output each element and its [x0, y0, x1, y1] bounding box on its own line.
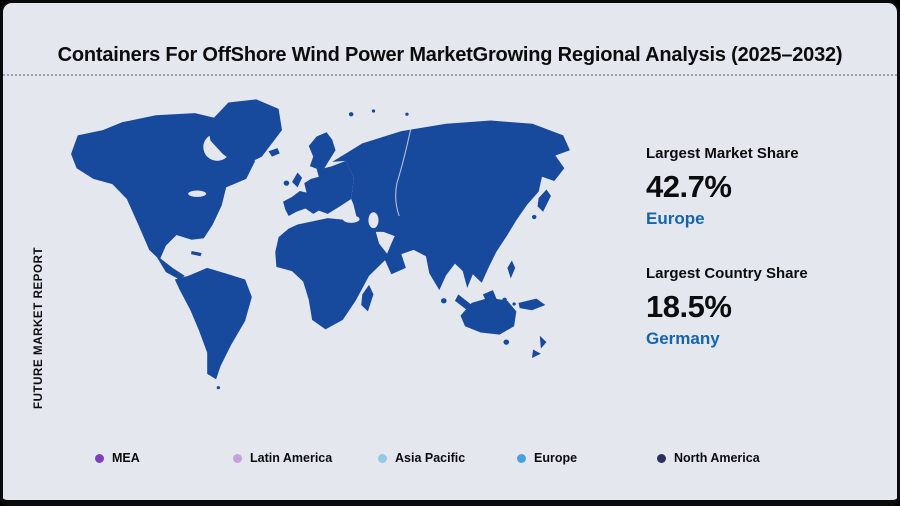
caspian-sea: [368, 212, 379, 229]
legend-label: MEA: [112, 451, 140, 465]
tasmania: [503, 339, 510, 345]
iceland: [268, 148, 280, 157]
philippines: [507, 260, 516, 279]
falkland-islands: [216, 386, 221, 390]
madagascar: [361, 284, 374, 312]
continent-south-america: [174, 267, 252, 380]
new-zealand-north: [539, 335, 547, 349]
legend-label: Europe: [534, 451, 578, 465]
legend-item-asia-pacific: Asia Pacific: [378, 451, 465, 465]
maluku-island: [512, 302, 516, 306]
new-zealand-south: [531, 349, 541, 358]
world-map-image: [71, 99, 570, 390]
europe-dot-icon: [517, 453, 526, 463]
arctic-island-2: [405, 112, 409, 116]
great-lakes: [188, 190, 207, 197]
great-britain: [292, 172, 303, 188]
black-sea: [342, 215, 360, 223]
north-america-dot-icon: [657, 453, 666, 463]
stats-panel: Largest Market Share 42.7% Europe Larges…: [646, 145, 896, 385]
svalbard-islands: [348, 112, 354, 117]
stat-region: Europe: [646, 209, 705, 228]
ireland: [283, 180, 290, 186]
stat-value: 42.7%: [646, 169, 732, 204]
legend-label: Latin America: [250, 451, 333, 465]
japan: [537, 189, 551, 212]
brand-vertical-label: FUTURE MARKET REPORT: [33, 246, 45, 409]
latin-america-dot-icon: [233, 453, 242, 463]
sri-lanka: [440, 298, 447, 304]
infographic-card: Containers For OffShore Wind Power Marke…: [0, 0, 900, 506]
legend-item-north-america: North America: [657, 451, 760, 465]
legend-item-mea: MEA: [95, 451, 140, 465]
stat-region: Germany: [646, 329, 720, 348]
japan-south-island: [531, 214, 537, 220]
legend-label: Asia Pacific: [395, 451, 466, 465]
stat-country-share: Largest Country Share 18.5% Germany: [646, 265, 896, 349]
stat-label: Largest Country Share: [646, 265, 808, 282]
legend-item-europe: Europe: [517, 451, 577, 465]
legend-item-latin-america: Latin America: [233, 451, 332, 465]
new-guinea: [518, 298, 546, 311]
continent-africa: [275, 218, 390, 330]
legend-label: North America: [674, 451, 760, 465]
stat-value: 18.5%: [646, 289, 732, 324]
dotted-divider: [3, 74, 897, 76]
continent-europe: [283, 132, 354, 216]
asia-pacific-dot-icon: [378, 453, 387, 463]
mea-dot-icon: [95, 453, 104, 463]
stat-market-share: Largest Market Share 42.7% Europe: [646, 145, 896, 229]
stat-label: Largest Market Share: [646, 145, 799, 162]
page-title: Containers For OffShore Wind Power Marke…: [57, 44, 843, 66]
cuba-island: [191, 250, 202, 257]
arctic-island: [371, 109, 376, 113]
